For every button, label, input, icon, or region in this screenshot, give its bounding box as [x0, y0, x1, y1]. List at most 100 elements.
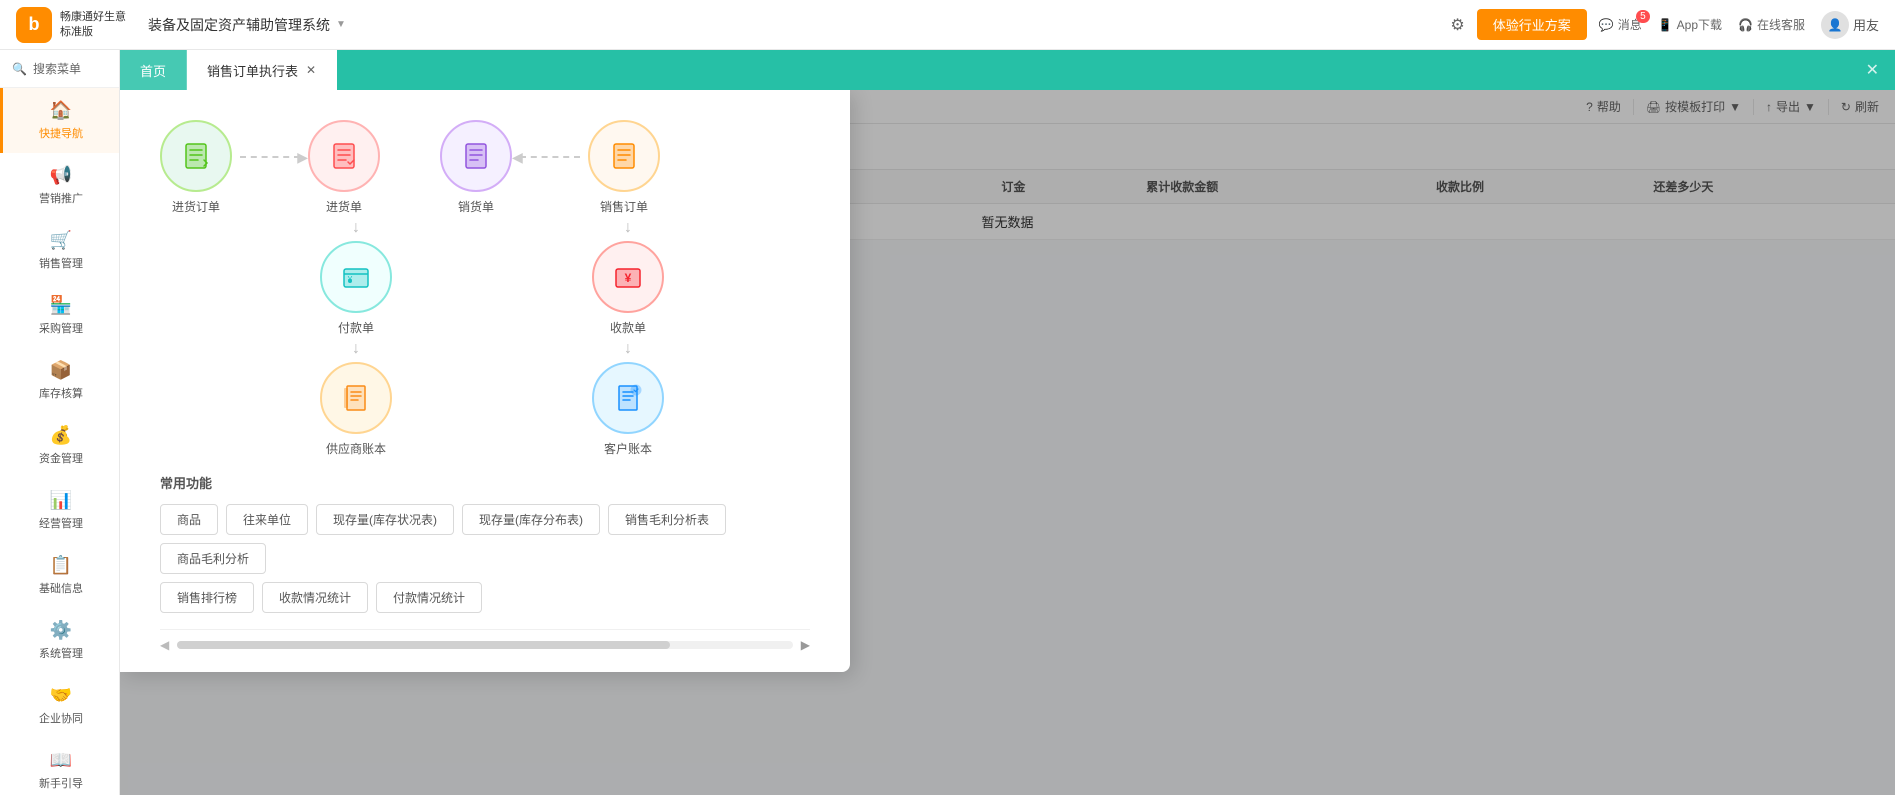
tab-bar-close-btn[interactable]: ✕ — [1850, 50, 1895, 90]
sidebar-item-basic[interactable]: 📋 基础信息 — [0, 543, 119, 608]
customer-ledger-circle[interactable] — [592, 362, 664, 434]
avatar: 👤 — [1821, 11, 1849, 39]
func-buttons-row1: 商品 往来单位 现存量(库存状况表) 现存量(库存分布表) 销售毛利分析表 商品… — [160, 504, 810, 574]
finance-icon: 💰 — [50, 425, 72, 446]
func-btn-counterpart[interactable]: 往来单位 — [226, 504, 308, 535]
dropdown-arrow-icon[interactable]: ▼ — [336, 19, 346, 30]
arrow-left-1: ◀ — [512, 156, 588, 180]
purchase-order-circle[interactable] — [160, 120, 232, 192]
sidebar-item-finance[interactable]: 💰 资金管理 — [0, 413, 119, 478]
common-func-section: 常用功能 商品 往来单位 现存量(库存状况表) 现存量(库存分布表) 销售毛利分… — [160, 473, 810, 613]
basic-icon: 📋 — [50, 555, 72, 576]
sales-bill-circle[interactable] — [440, 120, 512, 192]
sidebar-item-operation[interactable]: 📊 经营管理 — [0, 478, 119, 543]
sidebar-item-guide[interactable]: 📖 新手引导 — [0, 738, 119, 795]
tab-close-icon[interactable]: ✕ — [306, 63, 316, 77]
flow-node-payment[interactable]: ¥ 付款单 — [320, 241, 392, 336]
scroll-left-arrow[interactable]: ◀ — [160, 638, 169, 652]
logo-area: b 畅康通好生意 标准版 — [16, 7, 136, 43]
payment-col: ↓ ¥ — [320, 215, 392, 336]
func-btn-payment-stat[interactable]: 付款情况统计 — [376, 582, 482, 613]
purchase-bill-circle[interactable] — [308, 120, 380, 192]
content-area: 首页 销售订单执行表 ✕ ✕ ? 帮助 — [120, 50, 1895, 795]
collab-icon: 🤝 — [50, 685, 72, 706]
svg-text:¥: ¥ — [347, 275, 353, 284]
search-icon: 🔍 — [12, 62, 27, 76]
func-btn-sales-margin[interactable]: 销售毛利分析表 — [608, 504, 726, 535]
purchase-icon: 🏪 — [50, 295, 72, 316]
supplier-col: ↓ — [320, 336, 392, 457]
app-download-btn[interactable]: 📱 App下载 — [1658, 16, 1722, 33]
func-btn-sales-rank[interactable]: 销售排行榜 — [160, 582, 254, 613]
flow-node-supplier-ledger[interactable]: 供应商账本 — [320, 362, 392, 457]
flow-node-sales-order[interactable]: 销售订单 — [588, 120, 660, 215]
sales-bill-label: 销货单 — [458, 198, 494, 215]
header-right: 💬 消息 5 📱 App下载 🎧 在线客服 👤 用友 — [1599, 11, 1879, 39]
overlay[interactable]: 进货订单 ▶ — [120, 90, 1895, 795]
func-buttons-row2: 销售排行榜 收款情况统计 付款情况统计 — [160, 582, 810, 613]
message-badge: 5 — [1636, 10, 1650, 23]
system-title: 装备及固定资产辅助管理系统 ▼ — [148, 15, 1438, 35]
tab-sales-exec[interactable]: 销售订单执行表 ✕ — [187, 50, 337, 90]
sales-icon: 🛒 — [50, 230, 72, 251]
logo-icon: b — [16, 7, 52, 43]
flow-node-purchase-bill[interactable]: 进货单 — [308, 120, 380, 215]
sidebar-item-purchase[interactable]: 🏪 采购管理 — [0, 283, 119, 348]
scroll-right-arrow[interactable]: ▶ — [801, 638, 810, 652]
online-service-btn[interactable]: 🎧 在线客服 — [1738, 16, 1805, 33]
payment-label: 付款单 — [338, 319, 374, 336]
message-btn[interactable]: 💬 消息 5 — [1599, 16, 1642, 33]
service-icon: 🎧 — [1738, 18, 1753, 32]
trial-button[interactable]: 体验行业方案 — [1477, 9, 1587, 40]
sidebar-item-marketing[interactable]: 📢 营销推广 — [0, 153, 119, 218]
sales-order-circle[interactable] — [588, 120, 660, 192]
payment-circle[interactable]: ¥ — [320, 241, 392, 313]
down-arrow-customer: ↓ — [624, 340, 632, 358]
down-arrow-receipt: ↓ — [624, 219, 632, 237]
down-arrow-payment: ↓ — [352, 219, 360, 237]
customer-col: ↓ — [592, 336, 664, 457]
settings-icon[interactable]: ⚙ — [1450, 15, 1464, 35]
guide-icon: 📖 — [50, 750, 72, 771]
receipt-circle[interactable]: ¥ — [592, 241, 664, 313]
supplier-ledger-circle[interactable] — [320, 362, 392, 434]
user-area[interactable]: 👤 用友 — [1821, 11, 1879, 39]
flow-node-sales-bill[interactable]: 销货单 — [440, 120, 512, 215]
customer-ledger-label: 客户账本 — [604, 440, 652, 457]
svg-text:¥: ¥ — [625, 271, 632, 285]
sidebar-item-collab[interactable]: 🤝 企业协同 — [0, 673, 119, 738]
sidebar: 🔍 搜索菜单 🏠 快捷导航 📢 营销推广 🛒 销售管理 🏪 采购管理 📦 — [0, 50, 120, 795]
marketing-icon: 📢 — [50, 165, 72, 186]
sidebar-item-quick-nav[interactable]: 🏠 快捷导航 — [0, 88, 119, 153]
operation-icon: 📊 — [50, 490, 72, 511]
func-btn-product[interactable]: 商品 — [160, 504, 218, 535]
flow-node-customer-ledger[interactable]: 客户账本 — [592, 362, 664, 457]
func-btn-stock-dist[interactable]: 现存量(库存分布表) — [462, 504, 600, 535]
sidebar-item-inventory[interactable]: 📦 库存核算 — [0, 348, 119, 413]
scroll-bar[interactable] — [177, 641, 793, 649]
func-btn-stock-status[interactable]: 现存量(库存状况表) — [316, 504, 454, 535]
tab-home[interactable]: 首页 — [120, 50, 187, 90]
func-btn-receipt-stat[interactable]: 收款情况统计 — [262, 582, 368, 613]
common-func-title: 常用功能 — [160, 473, 810, 492]
inventory-icon: 📦 — [50, 360, 72, 381]
quick-nav-panel: 进货订单 ▶ — [120, 90, 850, 672]
flow-node-receipt[interactable]: ¥ 收款单 — [592, 241, 664, 336]
sidebar-item-sales[interactable]: 🛒 销售管理 — [0, 218, 119, 283]
receipt-col: ↓ ¥ — [592, 215, 664, 336]
message-icon: 💬 — [1599, 18, 1614, 32]
scroll-thumb — [177, 641, 669, 649]
supplier-ledger-label: 供应商账本 — [326, 440, 386, 457]
flow-node-purchase-order[interactable]: 进货订单 — [160, 120, 232, 215]
scroll-hint: ◀ ▶ — [160, 629, 810, 652]
download-icon: 📱 — [1658, 18, 1673, 32]
search-menu-btn[interactable]: 🔍 搜索菜单 — [0, 50, 119, 88]
down-arrow-supplier: ↓ — [352, 340, 360, 358]
arrow-right-1: ▶ — [232, 156, 308, 180]
sidebar-item-system[interactable]: ⚙️ 系统管理 — [0, 608, 119, 673]
quick-nav-icon: 🏠 — [50, 100, 72, 121]
logo-text: 畅康通好生意 标准版 — [60, 10, 126, 39]
func-btn-product-margin[interactable]: 商品毛利分析 — [160, 543, 266, 574]
receipt-label: 收款单 — [610, 319, 646, 336]
top-header: b 畅康通好生意 标准版 装备及固定资产辅助管理系统 ▼ ⚙ 体验行业方案 💬 … — [0, 0, 1895, 50]
